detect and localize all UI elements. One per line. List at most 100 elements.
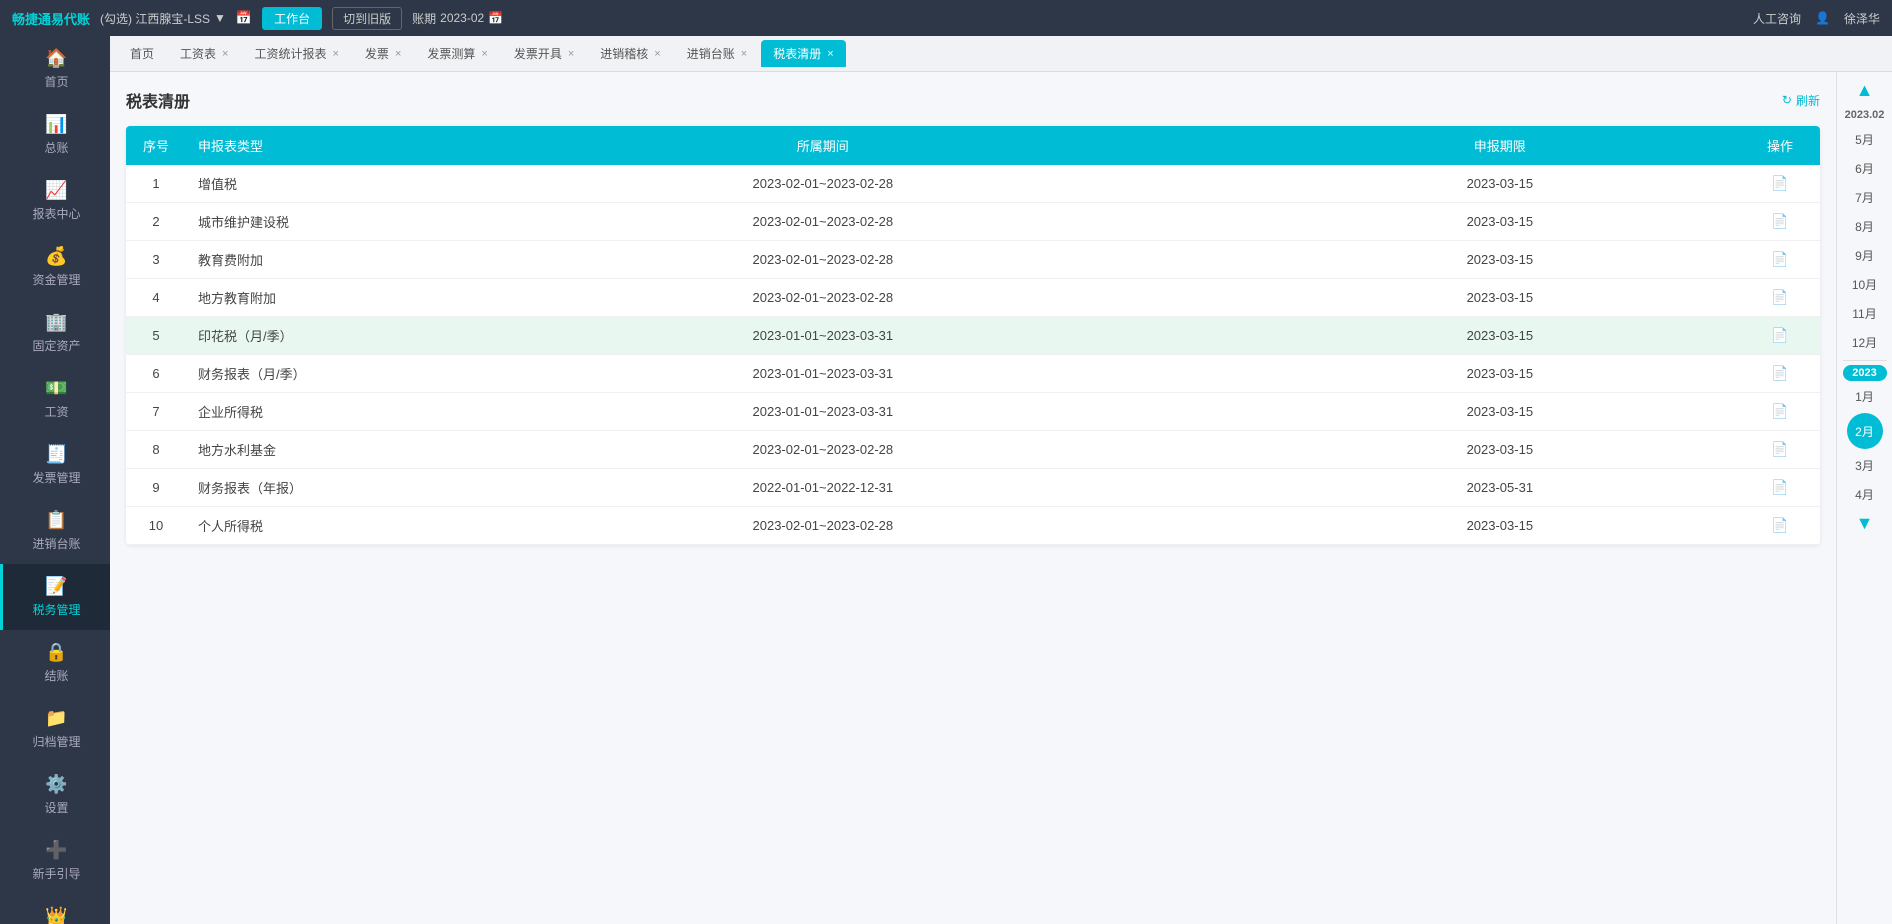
cell-period: 2023-02-01~2023-02-28 xyxy=(386,165,1260,203)
sidebar-item-fixed-assets[interactable]: 🏢 固定资产 xyxy=(0,300,110,366)
cell-type: 城市维护建设税 xyxy=(186,203,386,241)
action-icon[interactable]: 📄 xyxy=(1771,403,1788,419)
closing-icon: 🔒 xyxy=(45,642,67,663)
tab-invoice-calc[interactable]: 发票测算 × xyxy=(415,40,499,67)
cell-seq: 4 xyxy=(126,279,186,317)
action-icon[interactable]: 📄 xyxy=(1771,213,1788,229)
calendar-icon: 📅 xyxy=(236,10,252,26)
cell-deadline: 2023-03-15 xyxy=(1260,431,1740,469)
tab-home[interactable]: 首页 xyxy=(118,40,166,67)
picker-2023-month-1[interactable]: 1月 xyxy=(1843,383,1887,410)
tab-invoice[interactable]: 发票 × xyxy=(353,40,413,67)
picker-month-10[interactable]: 10月 xyxy=(1843,271,1887,298)
sidebar-item-wages[interactable]: 💵 工资 xyxy=(0,366,110,432)
cell-actions[interactable]: 📄 xyxy=(1740,469,1820,507)
tab-wages-stats[interactable]: 工资统计报表 × xyxy=(242,40,350,67)
picker-month-12[interactable]: 12月 xyxy=(1843,329,1887,356)
action-icon[interactable]: 📄 xyxy=(1771,251,1788,267)
picker-chevron-down[interactable]: ▼ xyxy=(1852,509,1878,538)
cell-deadline: 2023-03-15 xyxy=(1260,317,1740,355)
sidebar-item-invoices[interactable]: 🧾 发票管理 xyxy=(0,432,110,498)
sidebar-item-closing[interactable]: 🔒 结账 xyxy=(0,630,110,696)
tab-tax-register-close[interactable]: × xyxy=(827,48,833,60)
workbench-button[interactable]: 工作台 xyxy=(262,7,322,30)
picker-month-6[interactable]: 6月 xyxy=(1843,155,1887,182)
tab-sales-check[interactable]: 进销稽核 × xyxy=(588,40,672,67)
action-icon[interactable]: 📄 xyxy=(1771,175,1788,191)
picker-month-9[interactable]: 9月 xyxy=(1843,242,1887,269)
user-name: 徐泽华 xyxy=(1844,10,1880,27)
period-calendar-icon[interactable]: 📅 xyxy=(488,11,503,25)
sidebar-label-sales-purchase: 进销台账 xyxy=(32,535,80,552)
sidebar-item-ledger[interactable]: 📊 总账 xyxy=(0,102,110,168)
action-icon[interactable]: 📄 xyxy=(1771,517,1788,533)
sidebar-item-sales-purchase[interactable]: 📋 进销台账 xyxy=(0,498,110,564)
tab-wages-table[interactable]: 工资表 × xyxy=(168,40,240,67)
picker-year-label: 2023.02 xyxy=(1845,105,1885,125)
sales-purchase-icon: 📋 xyxy=(45,510,67,531)
cell-actions[interactable]: 📄 xyxy=(1740,355,1820,393)
sidebar-item-funds[interactable]: 💰 资金管理 xyxy=(0,234,110,300)
cell-actions[interactable]: 📄 xyxy=(1740,165,1820,203)
sidebar-item-archive[interactable]: 📁 归档管理 xyxy=(0,696,110,762)
cell-actions[interactable]: 📄 xyxy=(1740,279,1820,317)
cell-actions[interactable]: 📄 xyxy=(1740,507,1820,545)
tab-wages-stats-close[interactable]: × xyxy=(332,48,338,60)
tab-invoice-close[interactable]: × xyxy=(395,48,401,60)
sidebar-item-guide[interactable]: ➕ 新手引导 xyxy=(0,828,110,894)
sidebar-item-reports[interactable]: 📈 报表中心 xyxy=(0,168,110,234)
table-row: 1 增值税 2023-02-01~2023-02-28 2023-03-15 📄 xyxy=(126,165,1820,203)
sidebar-item-settings[interactable]: ⚙️ 设置 xyxy=(0,762,110,828)
sidebar-label-reports: 报表中心 xyxy=(32,205,80,222)
tab-home-label: 首页 xyxy=(130,45,154,62)
action-icon[interactable]: 📄 xyxy=(1771,365,1788,381)
tab-invoice-open-label: 发票开具 xyxy=(514,45,562,62)
refresh-button[interactable]: ↻ 刷新 xyxy=(1782,92,1820,109)
picker-2023-month-3[interactable]: 3月 xyxy=(1843,452,1887,479)
cell-actions[interactable]: 📄 xyxy=(1740,317,1820,355)
cell-type: 个人所得税 xyxy=(186,507,386,545)
cell-actions[interactable]: 📄 xyxy=(1740,241,1820,279)
sidebar-label-ledger: 总账 xyxy=(44,139,68,156)
picker-month-7[interactable]: 7月 xyxy=(1843,184,1887,211)
cell-deadline: 2023-03-15 xyxy=(1260,355,1740,393)
company-dropdown-icon[interactable]: ▼ xyxy=(214,11,226,25)
picker-month-11[interactable]: 11月 xyxy=(1843,300,1887,327)
picker-month-5[interactable]: 5月 xyxy=(1843,126,1887,153)
switch-old-button[interactable]: 切到旧版 xyxy=(332,7,402,30)
picker-2023-month-2[interactable]: 2月 xyxy=(1847,413,1883,449)
picker-2023-month-4[interactable]: 4月 xyxy=(1843,481,1887,508)
action-icon[interactable]: 📄 xyxy=(1771,289,1788,305)
company-name: (勾选) 江西腺宝-LSS xyxy=(100,10,210,27)
tab-wages-table-close[interactable]: × xyxy=(222,48,228,60)
cell-seq: 10 xyxy=(126,507,186,545)
action-icon[interactable]: 📄 xyxy=(1771,327,1788,343)
tab-invoice-calc-close[interactable]: × xyxy=(481,48,487,60)
cell-period: 2023-01-01~2023-03-31 xyxy=(386,355,1260,393)
tab-invoice-open[interactable]: 发票开具 × xyxy=(502,40,586,67)
picker-chevron-up[interactable]: ▲ xyxy=(1852,76,1878,105)
action-icon[interactable]: 📄 xyxy=(1771,479,1788,495)
tab-tax-register[interactable]: 税表清册 × xyxy=(761,40,845,67)
sidebar-item-home[interactable]: 🏠 首页 xyxy=(0,36,110,102)
tab-sales-ledger[interactable]: 进销台账 × xyxy=(675,40,759,67)
company-selector[interactable]: (勾选) 江西腺宝-LSS ▼ xyxy=(100,10,226,27)
cell-period: 2023-02-01~2023-02-28 xyxy=(386,279,1260,317)
member-icon: 👑 xyxy=(45,906,67,924)
cell-actions[interactable]: 📄 xyxy=(1740,393,1820,431)
cell-period: 2023-01-01~2023-03-31 xyxy=(386,317,1260,355)
sidebar-label-funds: 资金管理 xyxy=(32,271,80,288)
tab-invoice-open-close[interactable]: × xyxy=(568,48,574,60)
tab-sales-check-close[interactable]: × xyxy=(654,48,660,60)
cell-actions[interactable]: 📄 xyxy=(1740,203,1820,241)
ai-consult[interactable]: 人工咨询 xyxy=(1753,10,1801,27)
sidebar-item-member[interactable]: 👑 畅会员 xyxy=(0,894,110,924)
sidebar-item-tax[interactable]: 📝 税务管理 xyxy=(0,564,110,630)
tab-sales-ledger-close[interactable]: × xyxy=(741,48,747,60)
picker-month-8[interactable]: 8月 xyxy=(1843,213,1887,240)
sidebar-label-wages: 工资 xyxy=(44,403,68,420)
action-icon[interactable]: 📄 xyxy=(1771,441,1788,457)
cell-actions[interactable]: 📄 xyxy=(1740,431,1820,469)
cell-type: 财务报表（年报） xyxy=(186,469,386,507)
cell-seq: 5 xyxy=(126,317,186,355)
